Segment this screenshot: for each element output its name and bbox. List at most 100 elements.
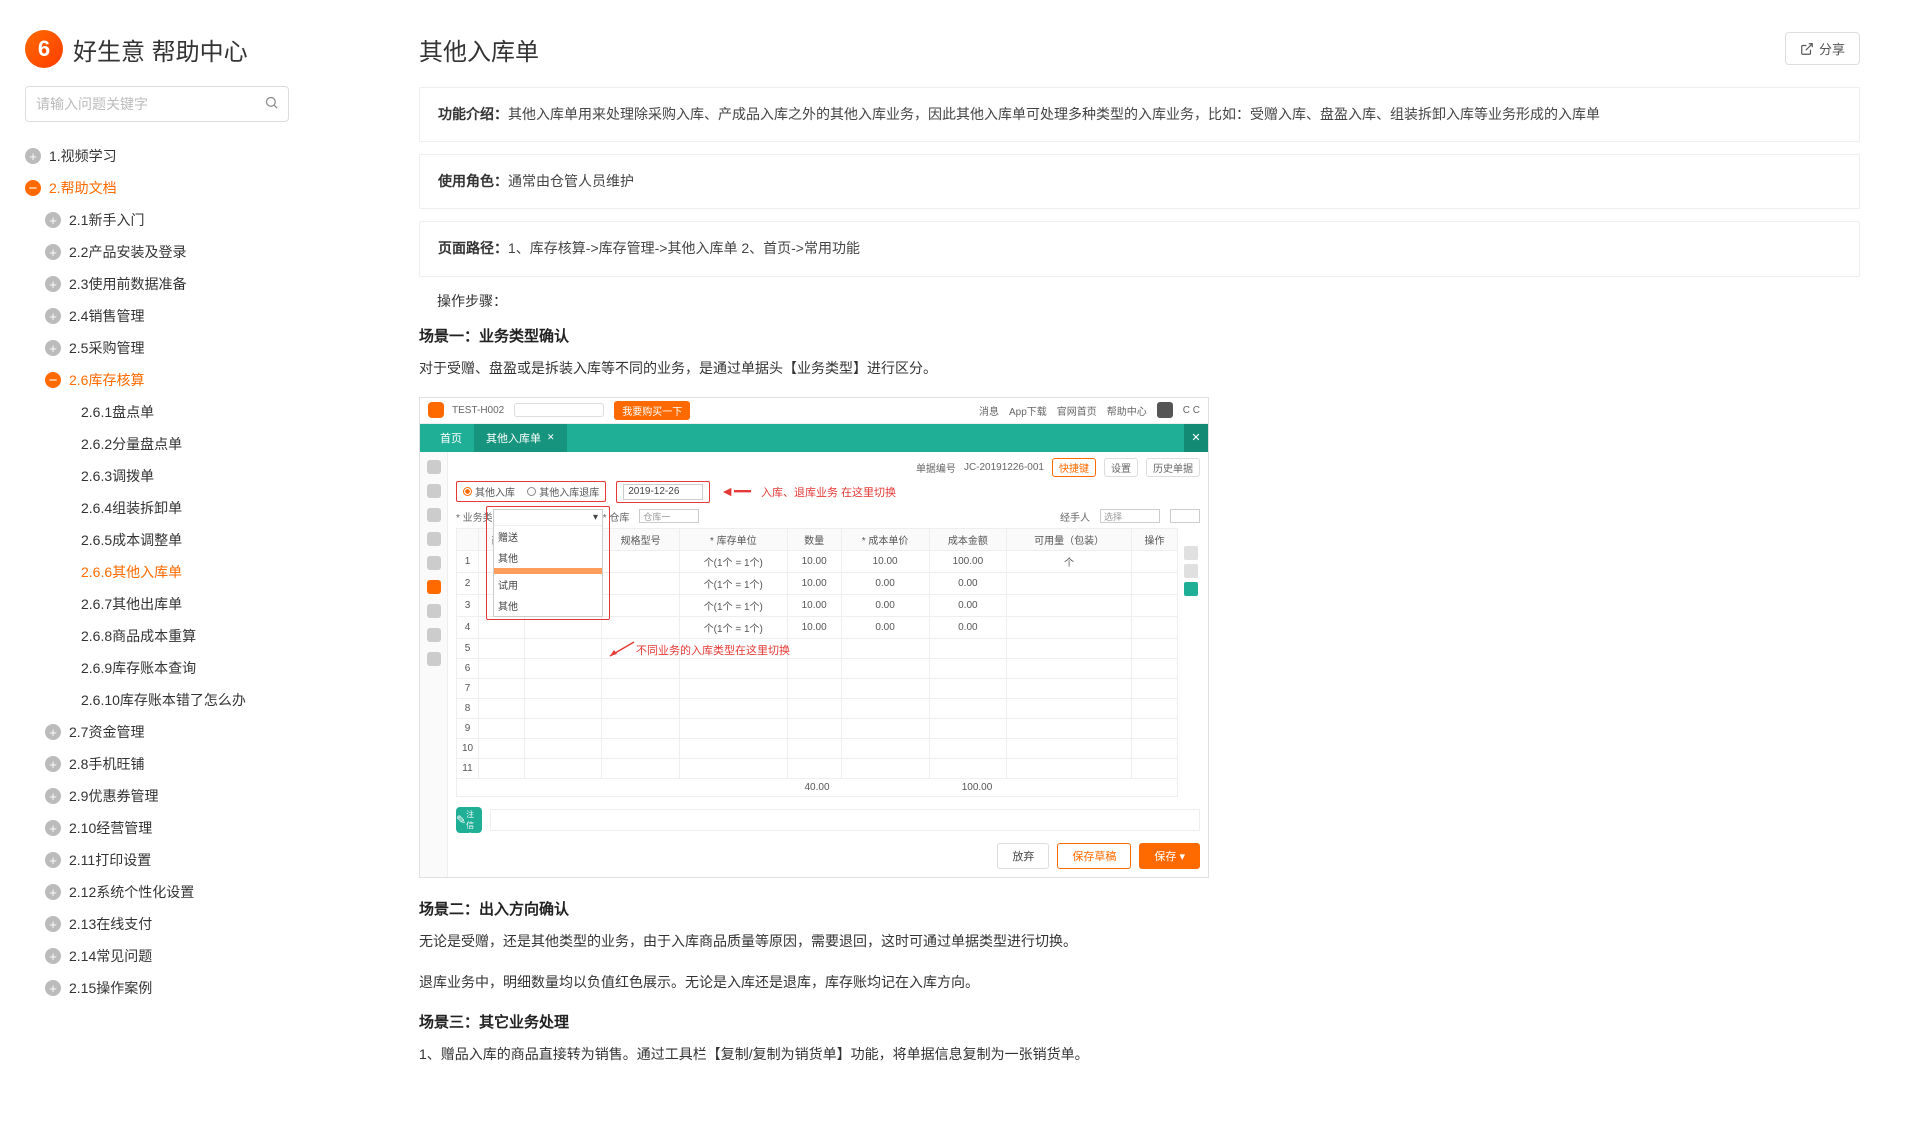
mock-buy-button: 我要购买一下	[614, 401, 690, 420]
mock-left-rail	[420, 452, 448, 877]
sidebar-item[interactable]: 2.6.4组装拆卸单	[25, 492, 289, 524]
sidebar-item[interactable]: 2.6.1盘点单	[25, 396, 289, 428]
sidebar-item-label: 2.6.5成本调整单	[81, 530, 182, 550]
mock-toolbar-link: 快捷键	[1052, 458, 1096, 477]
expand-icon: +	[45, 244, 61, 260]
sidebar-item-label: 2.3使用前数据准备	[69, 274, 186, 294]
red-arrow-icon: ◄━━	[720, 483, 751, 500]
mock-tab-home: 首页	[428, 424, 474, 452]
expand-icon: +	[45, 820, 61, 836]
collapse-icon: −	[25, 180, 41, 196]
sidebar-item-label: 2.6.6其他入库单	[81, 562, 182, 582]
expand-icon: +	[45, 852, 61, 868]
annotation-arrow-2: 不同业务的入库类型在这里切换	[606, 640, 790, 660]
mock-tab-active: 其他入库单✕	[474, 424, 567, 452]
expand-icon: +	[45, 948, 61, 964]
mock-logo-icon	[428, 402, 444, 418]
path-label: 页面路径：	[438, 240, 508, 256]
sidebar-item-label: 2.6.7其他出库单	[81, 594, 182, 614]
sidebar-item-label: 2.帮助文档	[49, 178, 117, 198]
sidebar-item[interactable]: +2.11打印设置	[25, 844, 289, 876]
mock-top-link: App下载	[1009, 403, 1047, 418]
steps-label: 操作步骤：	[437, 291, 1860, 311]
mock-top-link: 消息	[979, 403, 999, 418]
sidebar-item-label: 2.6.2分量盘点单	[81, 434, 182, 454]
role-card: 使用角色：通常由仓管人员维护	[419, 154, 1860, 209]
search-input[interactable]	[25, 86, 289, 122]
expand-icon: +	[45, 788, 61, 804]
sidebar-item[interactable]: 2.6.8商品成本重算	[25, 620, 289, 652]
sidebar-item-label: 2.10经营管理	[69, 818, 152, 838]
expand-icon: +	[45, 884, 61, 900]
sidebar-item[interactable]: +1.视频学习	[25, 140, 289, 172]
mock-summary-row: 40.00 100.00	[456, 779, 1178, 797]
mock-actions: 放弃 保存草稿 保存 ▾	[456, 843, 1200, 869]
sidebar-item[interactable]: +2.14常见问题	[25, 940, 289, 972]
mock-doc-toolbar: 单据编号 JC-20191226-001 快捷键 设置 历史单据	[456, 458, 1200, 477]
expand-icon: +	[45, 212, 61, 228]
sidebar-item-label: 2.6.3调拨单	[81, 466, 154, 486]
mock-type-switch-annotation: 其他入库 其他入库退库	[456, 481, 606, 502]
sidebar-nav: +1.视频学习−2.帮助文档+2.1新手入门+2.2产品安装及登录+2.3使用前…	[25, 140, 289, 1004]
mock-toolbar-link: 设置	[1104, 458, 1138, 477]
sidebar-item[interactable]: +2.9优惠券管理	[25, 780, 289, 812]
scene1-title: 场景一：业务类型确认	[419, 325, 1860, 346]
sidebar-item[interactable]: 2.6.10库存账本错了怎么办	[25, 684, 289, 716]
page-title: 其他入库单	[419, 32, 1860, 67]
sidebar-item[interactable]: +2.3使用前数据准备	[25, 268, 289, 300]
sidebar-item[interactable]: −2.6库存核算	[25, 364, 289, 396]
sidebar-item-label: 2.6.9库存账本查询	[81, 658, 196, 678]
sidebar-item[interactable]: +2.5采购管理	[25, 332, 289, 364]
mock-remark-input	[490, 809, 1200, 831]
sidebar-item[interactable]: +2.4销售管理	[25, 300, 289, 332]
intro-card: 功能介绍：其他入库单用来处理除采购入库、产成品入库之外的其他入库业务，因此其他入…	[419, 87, 1860, 142]
sidebar-item[interactable]: +2.2产品安装及登录	[25, 236, 289, 268]
sidebar-item-label: 2.1新手入门	[69, 210, 144, 230]
sidebar-item-label: 2.4销售管理	[69, 306, 144, 326]
sidebar-item[interactable]: 2.6.3调拨单	[25, 460, 289, 492]
scene3-title: 场景三：其它业务处理	[419, 1011, 1860, 1032]
expand-icon: +	[45, 756, 61, 772]
expand-icon: +	[45, 308, 61, 324]
sidebar-item[interactable]: +2.12系统个性化设置	[25, 876, 289, 908]
sidebar-item-label: 2.11打印设置	[69, 850, 151, 870]
sidebar-item[interactable]: −2.帮助文档	[25, 172, 289, 204]
logo-icon: 6	[25, 30, 63, 68]
sidebar-item[interactable]: +2.13在线支付	[25, 908, 289, 940]
expand-icon: +	[45, 340, 61, 356]
sidebar-item[interactable]: 2.6.2分量盘点单	[25, 428, 289, 460]
sidebar-item[interactable]: +2.7资金管理	[25, 716, 289, 748]
sidebar-item[interactable]: 2.6.9库存账本查询	[25, 652, 289, 684]
sidebar-item-label: 2.12系统个性化设置	[69, 882, 194, 902]
sidebar-item-label: 2.7资金管理	[69, 722, 144, 742]
sidebar-item[interactable]: 2.6.7其他出库单	[25, 588, 289, 620]
mock-draft-button: 保存草稿	[1057, 843, 1131, 869]
mock-dropdown-annotation: ▾ 赠送 其他 试用 其他	[486, 506, 610, 620]
mock-search-input	[514, 403, 604, 417]
expand-icon: +	[25, 148, 41, 164]
sidebar-item[interactable]: +2.8手机旺铺	[25, 748, 289, 780]
remark-icon: ✎备注信息	[456, 807, 482, 833]
sidebar-item-label: 2.15操作案例	[69, 978, 152, 998]
sidebar-item[interactable]: +2.10经营管理	[25, 812, 289, 844]
sidebar-item[interactable]: 2.6.6其他入库单	[25, 556, 289, 588]
sidebar-item[interactable]: +2.1新手入门	[25, 204, 289, 236]
sidebar-item-label: 2.6.10库存账本错了怎么办	[81, 690, 246, 710]
sidebar-item-label: 2.6.8商品成本重算	[81, 626, 196, 646]
sidebar: 6 好生意 帮助中心 +1.视频学习−2.帮助文档+2.1新手入门+2.2产品安…	[0, 0, 309, 1123]
sidebar-item-label: 2.6库存核算	[69, 370, 144, 390]
expand-icon: +	[45, 724, 61, 740]
mock-account-id: TEST-H002	[452, 405, 504, 416]
annotation-text-1: 入库、退库业务 在这里切换	[761, 484, 896, 500]
avatar-icon	[1157, 402, 1173, 418]
path-text: 1、库存核算->库存管理->其他入库单 2、首页->常用功能	[508, 240, 860, 256]
share-button[interactable]: 分享	[1785, 32, 1860, 65]
sidebar-item-label: 2.14常见问题	[69, 946, 152, 966]
scene1-text: 对于受赠、盘盈或是拆装入库等不同的业务，是通过单据头【业务类型】进行区分。	[419, 356, 1860, 381]
sidebar-item[interactable]: +2.15操作案例	[25, 972, 289, 1004]
sidebar-item[interactable]: 2.6.5成本调整单	[25, 524, 289, 556]
scene3-text1: 1、赠品入库的商品直接转为销售。通过工具栏【复制/复制为销货单】功能，将单据信息…	[419, 1042, 1860, 1067]
mock-close-icon: ✕	[1184, 424, 1208, 452]
expand-icon: +	[45, 916, 61, 932]
mock-doc-no-label: 单据编号	[916, 460, 956, 475]
